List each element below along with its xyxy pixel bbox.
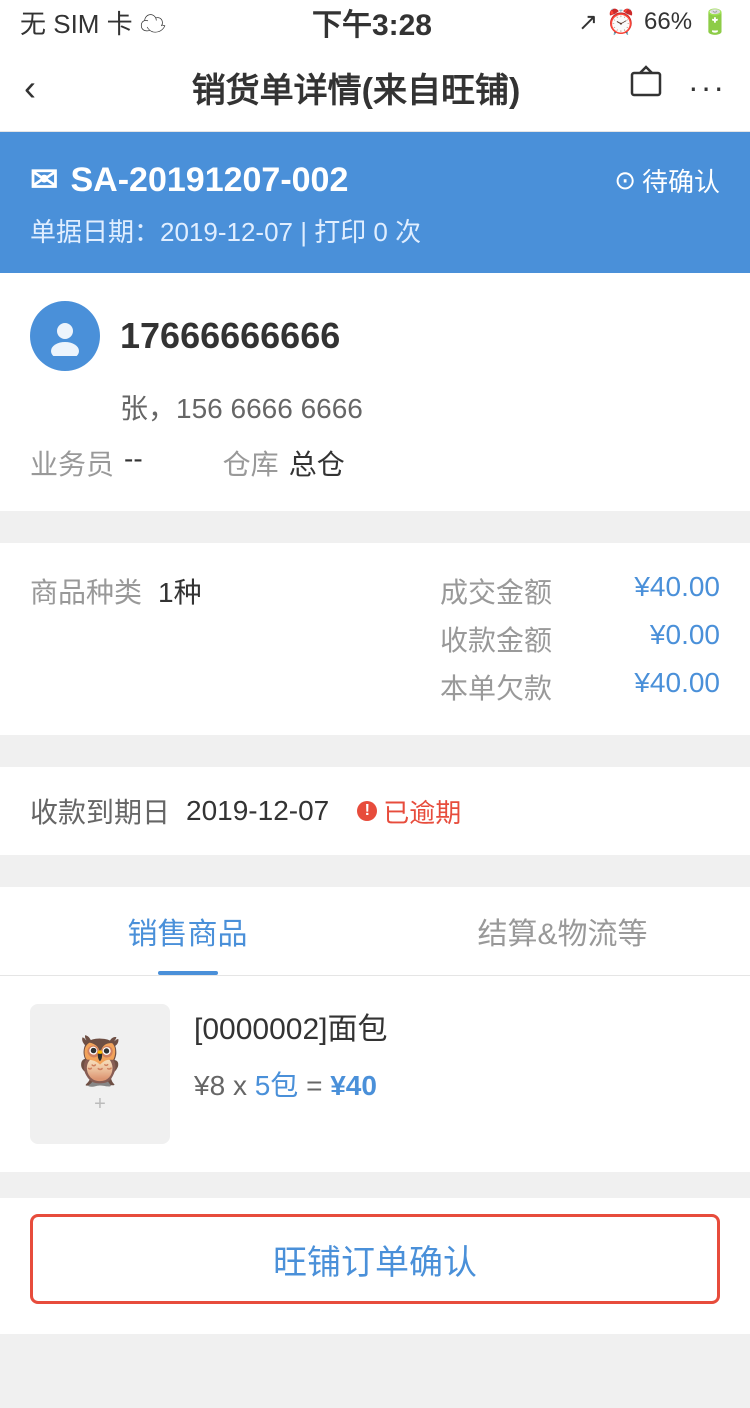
order-id: ✉ SA-20191207-002 <box>30 160 348 200</box>
divider-2 <box>0 751 750 767</box>
due-date-card: 收款到期日 2019-12-07 ! 已逾期 <box>0 767 750 855</box>
customer-card: 17666666666 张，156 6666 6666 业务员 -- 仓库 总仓 <box>0 273 750 511</box>
summary-card: 商品种类 1种 成交金额 ¥40.00 收款金额 ¥0.00 本单欠款 ¥40.… <box>0 543 750 735</box>
due-date-label: 收款到期日 <box>30 791 170 831</box>
tab-sales-products[interactable]: 销售商品 <box>0 887 375 975</box>
product-type-value: 1种 <box>158 571 202 611</box>
bottom-bar: 旺铺订单确认 <box>0 1198 750 1334</box>
customer-avatar <box>30 301 100 371</box>
product-name: [0000002]面包 <box>194 1004 720 1048</box>
salesperson-label: 业务员 <box>30 443 114 483</box>
tab-settlement[interactable]: 结算&物流等 <box>375 887 750 975</box>
back-button[interactable]: ‹ <box>24 67 84 109</box>
product-price: ¥8 x 5包 = ¥40 <box>194 1064 720 1104</box>
overdue-text: 已逾期 <box>383 793 461 830</box>
customer-phone: 17666666666 <box>120 315 340 357</box>
tabs: 销售商品 结算&物流等 <box>0 887 750 976</box>
confirm-order-button[interactable]: 旺铺订单确认 <box>30 1214 720 1304</box>
customer-meta: 业务员 -- 仓库 总仓 <box>30 443 720 483</box>
product-item: 🦉 + [0000002]面包 ¥8 x 5包 = ¥40 <box>30 1004 720 1144</box>
share-button[interactable] <box>628 65 664 110</box>
amount-label: 成交金额 <box>440 571 552 611</box>
product-info: [0000002]面包 ¥8 x 5包 = ¥40 <box>194 1004 720 1104</box>
clock-icon: ⊙ <box>614 165 636 196</box>
status-right: ↗ ⏰ 66% 🔋 <box>578 8 730 37</box>
multiply-sign: x <box>233 1070 255 1101</box>
equals-sign: = <box>306 1070 330 1101</box>
amounts: 成交金额 ¥40.00 收款金额 ¥0.00 本单欠款 ¥40.00 <box>440 571 720 707</box>
salesperson-value: -- <box>124 443 143 483</box>
nav-actions: ··· <box>628 65 726 110</box>
owed-label: 本单欠款 <box>440 667 552 707</box>
tab-underline <box>158 971 218 975</box>
owed-value: ¥40.00 <box>634 667 720 707</box>
more-button[interactable]: ··· <box>688 69 726 106</box>
nav-bar: ‹ 销货单详情(来自旺铺) ··· <box>0 44 750 132</box>
due-date-value: 2019-12-07 <box>186 795 329 827</box>
receipt-value: ¥0.00 <box>650 619 720 659</box>
status-bar: 无 SIM 卡 ☁ 下午3:28 ↗ ⏰ 66% 🔋 <box>0 0 750 44</box>
order-status: ⊙ 待确认 <box>614 162 720 199</box>
status-left: 无 SIM 卡 ☁ <box>20 4 166 41</box>
product-thumbnail: 🦉 + <box>30 1004 170 1144</box>
product-image-plus: + <box>94 1093 106 1116</box>
order-header: ✉ SA-20191207-002 ⊙ 待确认 单据日期：2019-12-07 … <box>0 132 750 273</box>
battery-level: 66% <box>644 8 692 36</box>
divider-1 <box>0 527 750 543</box>
order-icon: ✉ <box>30 160 59 200</box>
warehouse-label: 仓库 <box>223 443 279 483</box>
product-image-owl: 🦉 <box>70 1032 130 1089</box>
quantity: 5包 <box>255 1070 299 1101</box>
warehouse-value: 总仓 <box>289 443 345 483</box>
customer-name: 张，156 6666 6666 <box>30 387 720 427</box>
product-section: 🦉 + [0000002]面包 ¥8 x 5包 = ¥40 <box>0 976 750 1172</box>
page-title: 销货单详情(来自旺铺) <box>192 63 521 112</box>
battery-icon: 🔋 <box>700 8 730 37</box>
location-icon: ↗ <box>578 8 598 37</box>
divider-3 <box>0 871 750 887</box>
receipt-label: 收款金额 <box>440 619 552 659</box>
amount-value: ¥40.00 <box>634 571 720 611</box>
sim-status: 无 SIM 卡 ☁ <box>20 4 166 41</box>
product-type-label: 商品种类 <box>30 571 142 611</box>
status-time: 下午3:28 <box>312 0 432 44</box>
overdue-badge: ! 已逾期 <box>357 793 461 830</box>
unit-price: ¥8 <box>194 1070 225 1101</box>
order-date: 单据日期：2019-12-07 | 打印 0 次 <box>30 212 720 249</box>
alarm-icon: ⏰ <box>606 8 636 37</box>
overdue-icon: ! <box>357 801 377 821</box>
total-price: ¥40 <box>330 1070 377 1101</box>
